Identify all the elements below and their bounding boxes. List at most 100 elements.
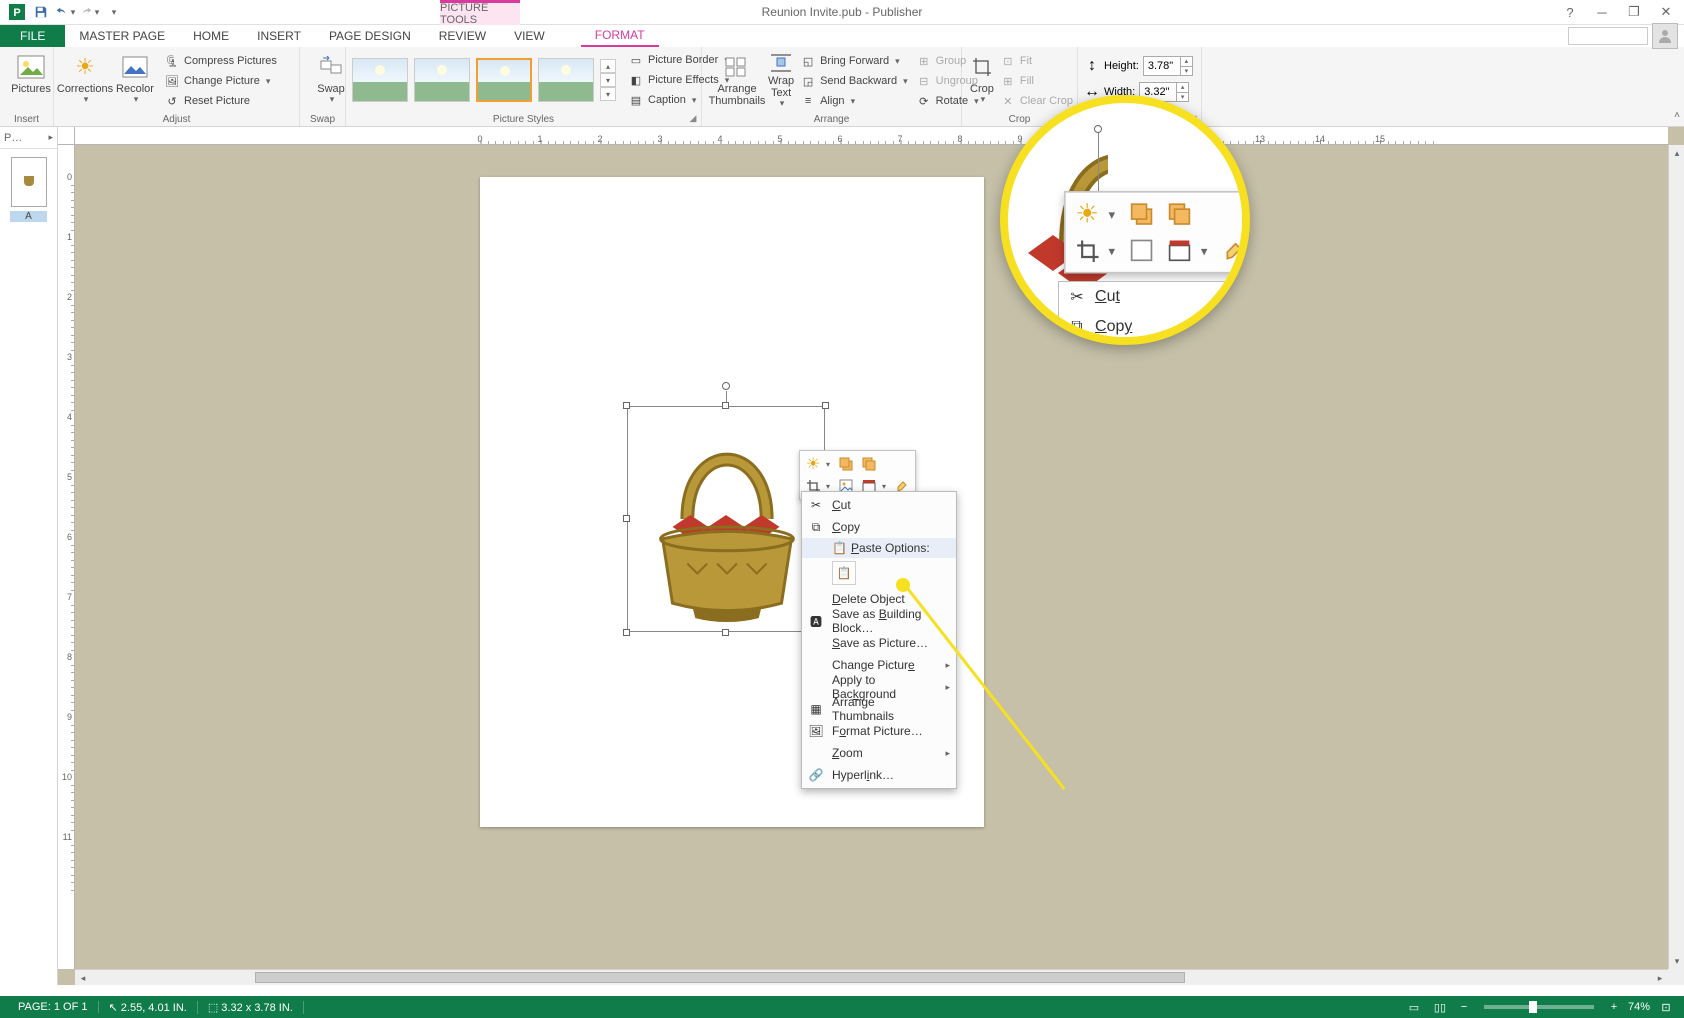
context-menu: ✂Cut ⧉Copy 📋Paste Options: 📋 Delete Obje… xyxy=(801,491,957,789)
tab-master-page[interactable]: MASTER PAGE xyxy=(65,25,179,47)
size-icon: ⬚ xyxy=(208,1002,218,1014)
height-up[interactable]: ▴ xyxy=(1180,57,1192,67)
redo-icon[interactable]: ▾ xyxy=(78,1,100,23)
mag-backward-button xyxy=(1163,198,1196,231)
nav-expand-icon[interactable]: ▸ xyxy=(48,132,53,143)
align-button[interactable]: ≡Align▾ xyxy=(796,91,912,111)
format-picture-icon: 🖼 xyxy=(808,723,824,739)
status-page: PAGE: 1 OF 1 xyxy=(8,1001,99,1013)
copy-icon: ⧉ xyxy=(808,519,824,535)
ctx-cut[interactable]: ✂Cut xyxy=(802,494,956,516)
publisher-icon[interactable]: P xyxy=(6,1,28,23)
page-thumbnail[interactable] xyxy=(11,157,47,207)
zoom-percent[interactable]: 74% xyxy=(1628,1001,1650,1013)
mag-scissors-icon: ✂ xyxy=(1067,287,1087,307)
pictures-button[interactable]: Pictures xyxy=(6,49,56,99)
user-account-icon[interactable] xyxy=(1652,23,1678,49)
undo-icon[interactable]: ▾ xyxy=(54,1,76,23)
rotate-handle[interactable] xyxy=(722,382,730,390)
view-two-page-button[interactable]: ▯▯ xyxy=(1430,998,1450,1016)
clear-crop-button: ✕Clear Crop xyxy=(996,91,1077,111)
height-down[interactable]: ▾ xyxy=(1180,67,1192,76)
group-insert-label: Insert xyxy=(0,114,53,125)
corrections-button[interactable]: ☀ Corrections▾ xyxy=(60,49,110,111)
resize-handle-bl[interactable] xyxy=(623,629,630,636)
mini-send-backward-button[interactable] xyxy=(859,454,879,474)
paste-icon: 📋 xyxy=(832,541,847,555)
tab-view[interactable]: VIEW xyxy=(500,25,559,47)
help-icon[interactable]: ? xyxy=(1556,1,1584,23)
gallery-scroll[interactable]: ▴▾▾ xyxy=(600,59,616,101)
tab-review[interactable]: REVIEW xyxy=(425,25,500,47)
picture-styles-gallery[interactable]: ▴▾▾ xyxy=(352,58,616,102)
mag-border-button xyxy=(1163,234,1196,267)
ctx-save-as-picture[interactable]: Save as Picture… xyxy=(802,632,956,654)
window-title: Reunion Invite.pub - Publisher xyxy=(762,5,923,19)
save-icon[interactable] xyxy=(30,1,52,23)
resize-handle-bc[interactable] xyxy=(722,629,729,636)
arrange-thumbnails-button[interactable]: Arrange Thumbnails xyxy=(708,49,766,111)
collapse-ribbon-icon[interactable]: ˄ xyxy=(1674,110,1680,121)
mag-context-menu: ✂Cut ⧉Copy xyxy=(1058,281,1238,343)
tell-me-search[interactable] xyxy=(1568,27,1648,45)
magnifier-overlay: ☀▾ ▾ ▾ ✂Cut ⧉Copy xyxy=(1000,95,1250,345)
zoom-whole-page-button[interactable]: ⊡ xyxy=(1656,998,1676,1016)
pictures-label: Pictures xyxy=(11,83,51,95)
scissors-icon: ✂ xyxy=(808,497,824,513)
ctx-paste-options-label: 📋Paste Options: xyxy=(802,538,956,558)
mini-brightness-button[interactable]: ☀ xyxy=(803,454,823,474)
zoom-out-button[interactable]: − xyxy=(1456,1001,1472,1013)
fit-button: ⊡Fit xyxy=(996,51,1077,71)
status-position: 2.55, 4.01 IN. xyxy=(121,1002,187,1014)
ctx-format-picture[interactable]: 🖼Format Picture… xyxy=(802,720,956,742)
resize-handle-tc[interactable] xyxy=(722,402,729,409)
ctx-paste-default[interactable]: 📋 xyxy=(832,561,856,585)
mini-brightness-dd[interactable]: ▾ xyxy=(823,460,833,469)
height-input[interactable]: 3.78"▴▾ xyxy=(1143,56,1193,76)
mini-bring-forward-button[interactable] xyxy=(836,454,856,474)
reset-picture-button[interactable]: ↺Reset Picture xyxy=(160,91,281,111)
close-icon[interactable]: ✕ xyxy=(1652,1,1680,23)
ruler-corner xyxy=(58,127,75,145)
ctx-hyperlink[interactable]: 🔗Hyperlink… xyxy=(802,764,956,786)
ctx-copy[interactable]: ⧉Copy xyxy=(802,516,956,538)
compress-pictures-button[interactable]: 🗜Compress Pictures xyxy=(160,51,281,71)
building-block-icon: 🅰 xyxy=(808,613,824,629)
wrap-text-button[interactable]: Wrap Text▾ xyxy=(766,49,796,111)
tab-file[interactable]: FILE xyxy=(0,25,65,47)
bring-forward-button[interactable]: ◱Bring Forward▾ xyxy=(796,51,912,71)
recolor-button[interactable]: Recolor▾ xyxy=(110,49,160,111)
change-picture-button[interactable]: 🖼Change Picture▾ xyxy=(160,71,281,91)
vertical-scrollbar[interactable]: ▴▾ xyxy=(1668,145,1684,969)
horizontal-ruler: 0123456789101112131415 xyxy=(75,127,1668,145)
tab-format[interactable]: FORMAT xyxy=(581,25,659,47)
resize-handle-tl[interactable] xyxy=(623,402,630,409)
zoom-slider[interactable] xyxy=(1484,1005,1594,1009)
tab-home[interactable]: HOME xyxy=(179,25,243,47)
horizontal-scrollbar[interactable]: ◂▸ xyxy=(75,969,1668,985)
crop-button[interactable]: Crop▾ xyxy=(968,49,996,111)
zoom-in-button[interactable]: + xyxy=(1606,1001,1622,1013)
basket-image xyxy=(637,410,817,628)
minimize-icon[interactable]: ─ xyxy=(1588,1,1616,23)
mini-border-dd[interactable]: ▾ xyxy=(879,482,889,491)
tab-insert[interactable]: INSERT xyxy=(243,25,315,47)
restore-icon[interactable]: ❐ xyxy=(1620,1,1648,23)
view-single-page-button[interactable]: ▭ xyxy=(1404,998,1424,1016)
picture-styles-launcher[interactable]: ◢ xyxy=(687,112,699,124)
send-backward-button[interactable]: ◲Send Backward▾ xyxy=(796,71,912,91)
page-thumb-label: A xyxy=(10,211,47,222)
ctx-arrange-thumbnails[interactable]: ▦Arrange Thumbnails xyxy=(802,698,956,720)
selected-picture[interactable] xyxy=(627,406,825,632)
mini-crop-dd[interactable]: ▾ xyxy=(823,482,833,491)
group-arrange-label: Arrange xyxy=(702,114,961,125)
width-up[interactable]: ▴ xyxy=(1176,83,1188,93)
width-down[interactable]: ▾ xyxy=(1176,93,1188,102)
tab-page-design[interactable]: PAGE DESIGN xyxy=(315,25,425,47)
resize-handle-ml[interactable] xyxy=(623,515,630,522)
qat-customize-icon[interactable]: ▾ xyxy=(102,1,124,23)
svg-text:P: P xyxy=(13,7,20,19)
mag-crop-button xyxy=(1071,234,1104,267)
ctx-zoom[interactable]: Zoom▸ xyxy=(802,742,956,764)
resize-handle-tr[interactable] xyxy=(822,402,829,409)
